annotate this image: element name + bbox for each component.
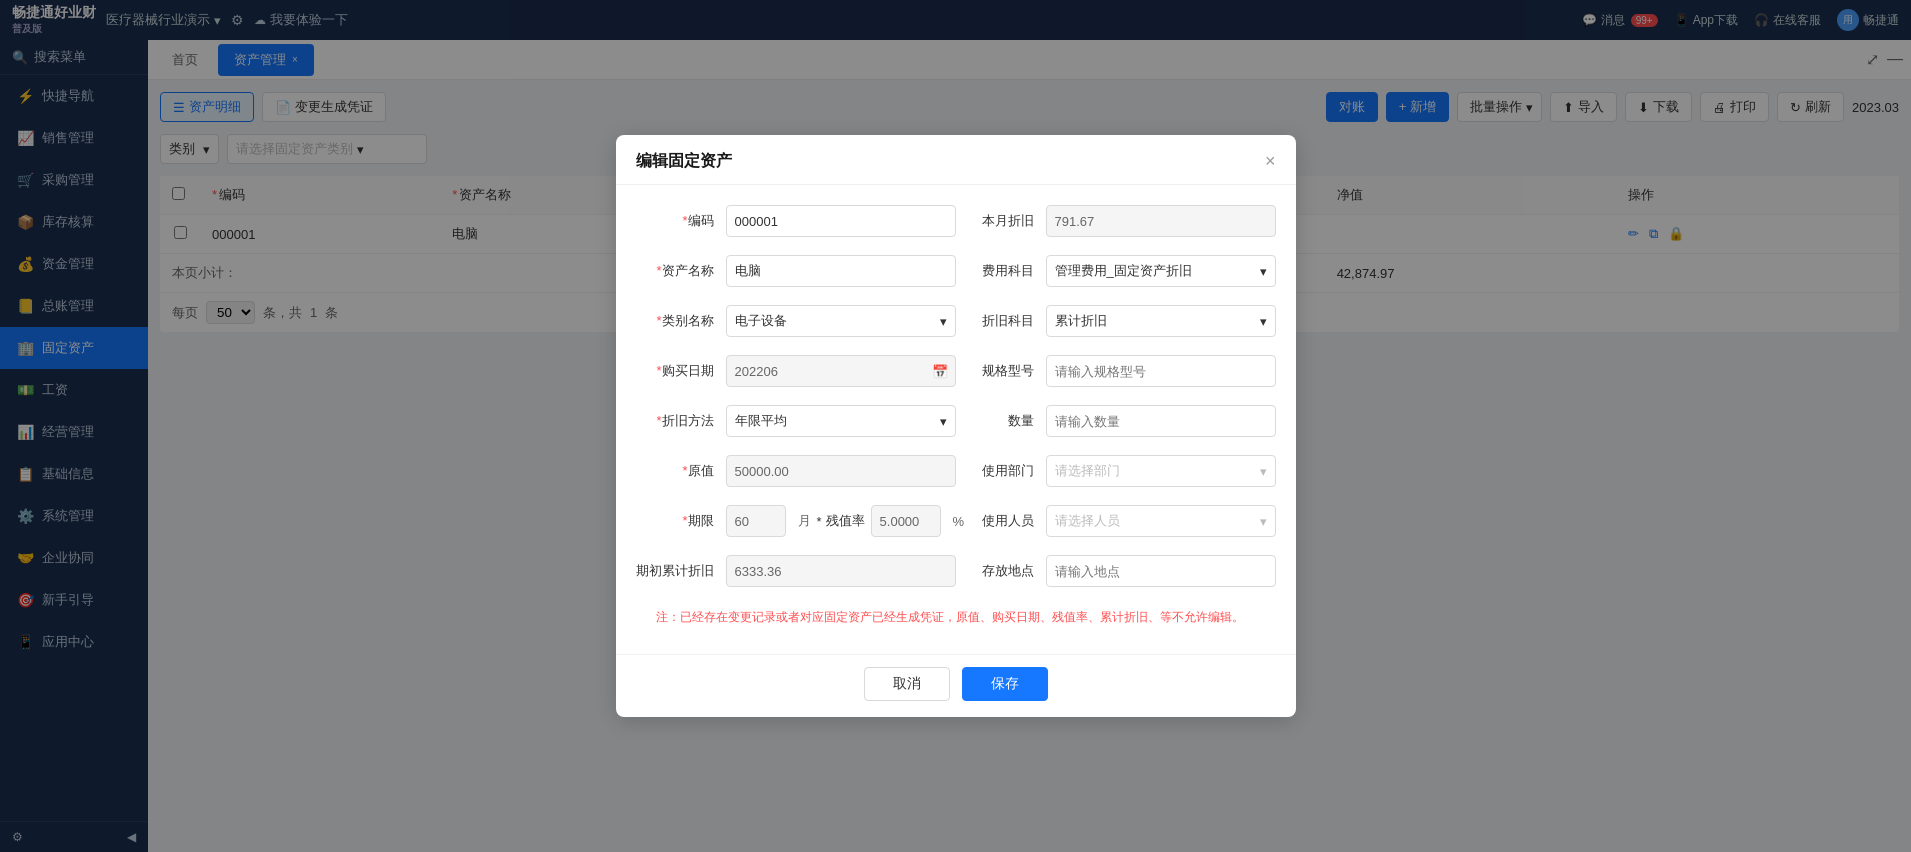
dialog-body: *编码 *资产名称 *类别名称 (616, 185, 1296, 654)
location-label: 存放地点 (956, 562, 1046, 580)
save-button[interactable]: 保存 (962, 667, 1048, 701)
residual-rate-input[interactable] (871, 505, 941, 537)
form-row-category: *类别名称 电子设备 ▾ (636, 305, 956, 337)
calendar-icon[interactable]: 📅 (932, 364, 948, 379)
quantity-label: 数量 (956, 412, 1046, 430)
purchase-date-label: *购买日期 (636, 362, 726, 380)
form-row-expense-account: 费用科目 管理费用_固定资产折旧 ▾ (956, 255, 1276, 287)
quantity-input[interactable] (1046, 405, 1276, 437)
chevron-down-icon: ▾ (940, 314, 947, 329)
form-row-code: *编码 (636, 205, 956, 237)
dep-method-select[interactable]: 年限平均 ▾ (726, 405, 956, 437)
form-left-col: *编码 *资产名称 *类别名称 (636, 205, 956, 605)
expense-account-select[interactable]: 管理费用_固定资产折旧 ▾ (1046, 255, 1276, 287)
form-row-initial-dep: 期初累计折旧 (636, 555, 956, 587)
code-input[interactable] (726, 205, 956, 237)
purchase-date-input[interactable] (726, 355, 956, 387)
spec-model-input[interactable] (1046, 355, 1276, 387)
name-label: *资产名称 (636, 262, 726, 280)
category-select[interactable]: 电子设备 ▾ (726, 305, 956, 337)
code-label: *编码 (636, 212, 726, 230)
chevron-down-icon: ▾ (1260, 514, 1267, 529)
dialog-note: 注：已经存在变更记录或者对应固定资产已经生成凭证，原值、购买日期、残值率、累计折… (636, 605, 1276, 634)
dialog-footer: 取消 保存 (616, 654, 1296, 717)
form-row-spec-model: 规格型号 (956, 355, 1276, 387)
initial-dep-label: 期初累计折旧 (636, 562, 726, 580)
chevron-down-icon: ▾ (1260, 264, 1267, 279)
chevron-down-icon: ▾ (1260, 314, 1267, 329)
form-row-purchase-date: *购买日期 📅 (636, 355, 956, 387)
dialog-title: 编辑固定资产 (636, 151, 732, 172)
location-input[interactable] (1046, 555, 1276, 587)
edit-fixed-asset-dialog: 编辑固定资产 × *编码 *资产名称 (616, 135, 1296, 717)
period-label: *期限 (636, 512, 726, 530)
form-right-col: 本月折旧 费用科目 管理费用_固定资产折旧 ▾ 折旧科目 (956, 205, 1276, 605)
chevron-down-icon: ▾ (1260, 464, 1267, 479)
department-select[interactable]: 请选择部门 ▾ (1046, 455, 1276, 487)
form-row-name: *资产名称 (636, 255, 956, 287)
dep-account-label: 折旧科目 (956, 312, 1046, 330)
form-row-period: *期限 月 * 残值率 % (636, 505, 956, 537)
category-label: *类别名称 (636, 312, 726, 330)
monthly-dep-input[interactable] (1046, 205, 1276, 237)
form-row-quantity: 数量 (956, 405, 1276, 437)
form-row-person: 使用人员 请选择人员 ▾ (956, 505, 1276, 537)
chevron-down-icon: ▾ (940, 414, 947, 429)
purchase-date-wrap: 📅 (726, 355, 956, 387)
monthly-dep-label: 本月折旧 (956, 212, 1046, 230)
form-grid: *编码 *资产名称 *类别名称 (636, 205, 1276, 605)
spec-model-label: 规格型号 (956, 362, 1046, 380)
dialog-header: 编辑固定资产 × (616, 135, 1296, 185)
original-value-label: *原值 (636, 462, 726, 480)
form-row-original-value: *原值 (636, 455, 956, 487)
form-row-department: 使用部门 请选择部门 ▾ (956, 455, 1276, 487)
form-row-monthly-dep: 本月折旧 (956, 205, 1276, 237)
cancel-button[interactable]: 取消 (864, 667, 950, 701)
department-label: 使用部门 (956, 462, 1046, 480)
form-row-dep-method: *折旧方法 年限平均 ▾ (636, 405, 956, 437)
period-group: 月 * 残值率 % (726, 505, 956, 537)
person-select[interactable]: 请选择人员 ▾ (1046, 505, 1276, 537)
name-input[interactable] (726, 255, 956, 287)
initial-dep-input[interactable] (726, 555, 956, 587)
expense-account-label: 费用科目 (956, 262, 1046, 280)
modal-overlay: 编辑固定资产 × *编码 *资产名称 (0, 0, 1911, 852)
person-label: 使用人员 (956, 512, 1046, 530)
period-input[interactable] (726, 505, 786, 537)
dialog-close-btn[interactable]: × (1265, 151, 1276, 172)
form-row-dep-account: 折旧科目 累计折旧 ▾ (956, 305, 1276, 337)
dep-method-label: *折旧方法 (636, 412, 726, 430)
original-value-input[interactable] (726, 455, 956, 487)
dep-account-select[interactable]: 累计折旧 ▾ (1046, 305, 1276, 337)
form-row-location: 存放地点 (956, 555, 1276, 587)
